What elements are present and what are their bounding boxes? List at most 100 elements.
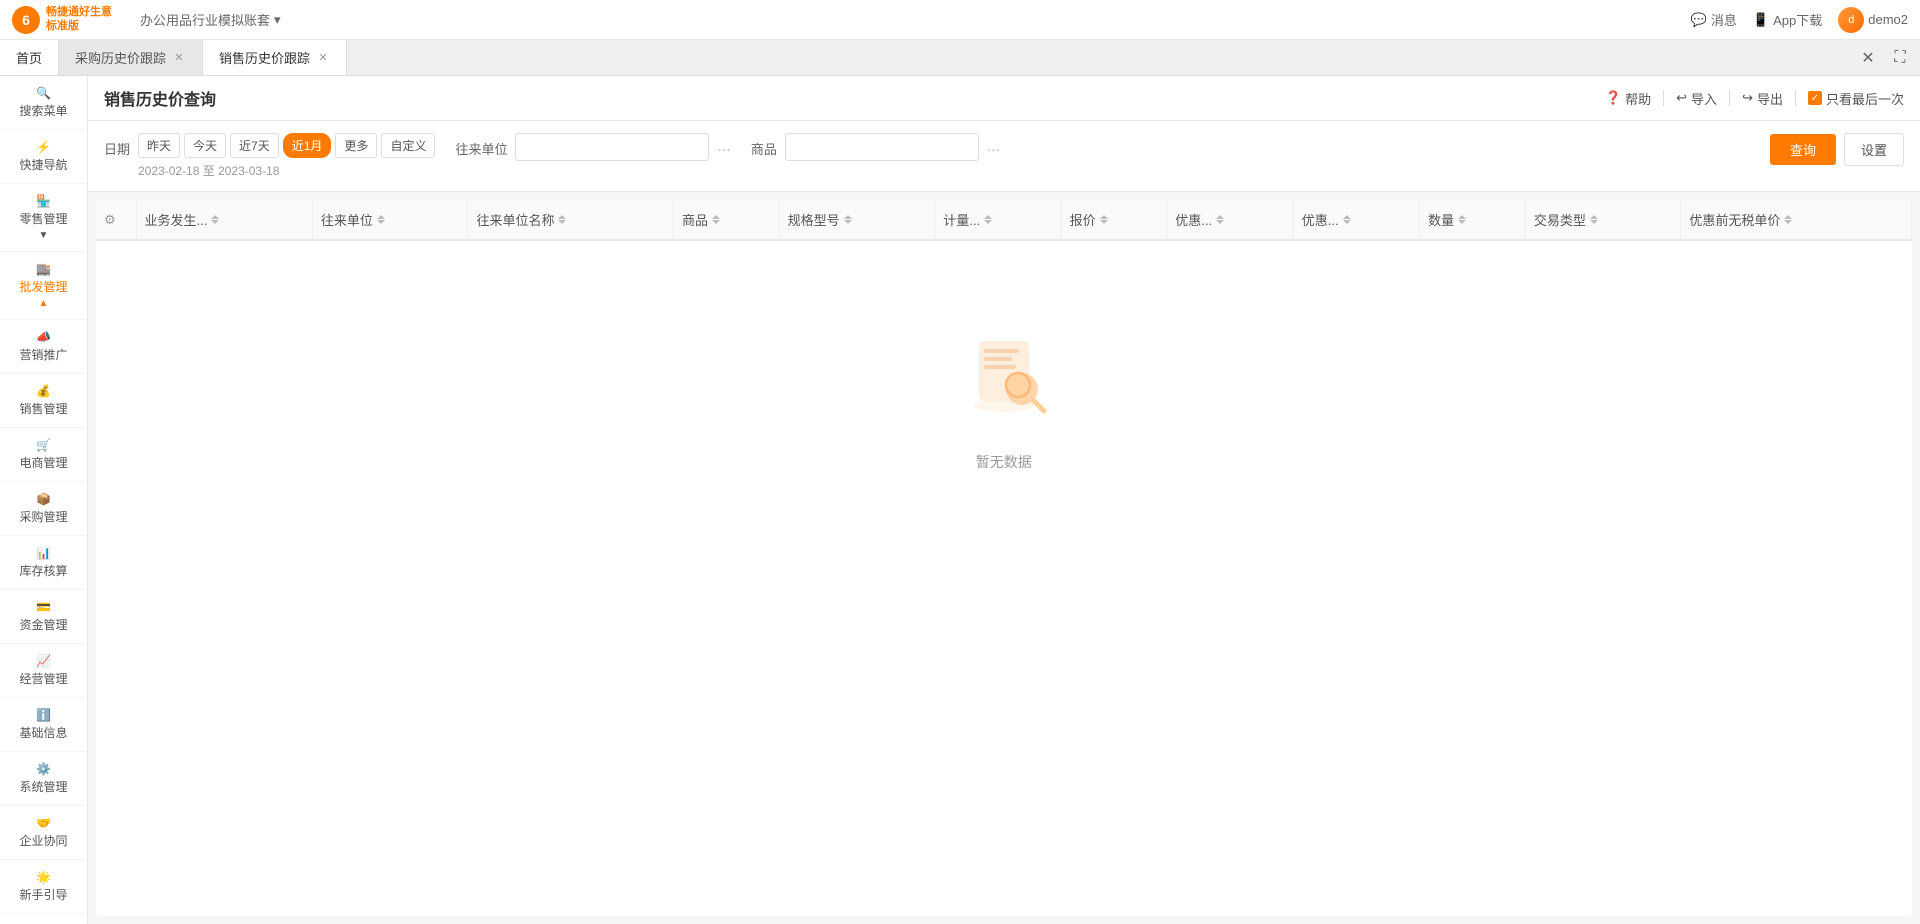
page-header: 销售历史价查询 ❓ 帮助 ↩ 导入 ↪ 导出 ✓ — [88, 76, 1920, 121]
th-quoted-price[interactable]: 报价 — [1061, 200, 1167, 240]
sort-up-icon — [1100, 215, 1108, 219]
date-btn-custom[interactable]: 自定义 — [381, 133, 435, 158]
sort-up-icon — [1216, 215, 1224, 219]
empty-state-row: 暂无数据 — [96, 240, 1912, 552]
date-btn-more[interactable]: 更多 — [335, 133, 377, 158]
help-icon: ❓ — [1605, 90, 1621, 106]
query-button[interactable]: 查询 — [1770, 134, 1836, 165]
logo-icon: 6 — [12, 6, 40, 34]
date-btn-7days[interactable]: 近7天 — [230, 133, 279, 158]
sidebar-item-quick-nav[interactable]: ⚡ 快捷导航 — [0, 130, 87, 184]
sort-up-icon — [377, 215, 385, 219]
sidebar-item-retail-mgmt[interactable]: 🏪 零售管理 ▼ — [0, 184, 87, 252]
retail-icon: 🏪 — [4, 194, 83, 208]
counterparty-picker-btn[interactable]: ... — [717, 138, 730, 156]
date-btn-yesterday[interactable]: 昨天 — [138, 133, 180, 158]
help-btn[interactable]: ❓ 帮助 — [1605, 89, 1651, 108]
tab-sales-history[interactable]: 销售历史价跟踪 ✕ — [203, 40, 347, 75]
user-avatar-btn[interactable]: d demo2 — [1838, 7, 1908, 33]
topbar-left: 6 畅捷通好生意 标准版 办公用品行业模拟账套 ▾ — [12, 6, 281, 34]
sort-arrows — [1590, 215, 1598, 224]
settings-button[interactable]: 设置 — [1844, 133, 1904, 166]
sidebar-item-basic-info[interactable]: ℹ️ 基础信息 — [0, 698, 87, 752]
sidebar-item-ecommerce-mgmt[interactable]: 🛒 电商管理 — [0, 428, 87, 482]
sidebar-item-wholesale-mgmt[interactable]: 🏬 批发管理 ▲ — [0, 252, 87, 320]
goods-label: 商品 — [751, 133, 777, 158]
counterparty-label: 往来单位 — [455, 133, 507, 158]
tab-home[interactable]: 首页 — [0, 40, 59, 75]
th-pretax-price[interactable]: 优惠前无税单价 — [1681, 200, 1912, 240]
close-all-tabs-btn[interactable]: ✕ — [1856, 46, 1880, 70]
sidebar-item-purchase-mgmt[interactable]: 📦 采购管理 — [0, 482, 87, 536]
data-table: ⚙ 业务发生... — [96, 200, 1912, 552]
maximize-btn[interactable]: ⛶ — [1888, 46, 1912, 70]
th-settings[interactable]: ⚙ — [96, 200, 136, 240]
page-actions: ❓ 帮助 ↩ 导入 ↪ 导出 ✓ 只看最后一次 — [1605, 89, 1904, 108]
th-counterparty-name[interactable]: 往来单位名称 — [468, 200, 674, 240]
th-discount2[interactable]: 优惠... — [1293, 200, 1419, 240]
export-btn[interactable]: ↪ 导出 — [1742, 89, 1783, 108]
wholesale-icon: 🏬 — [4, 262, 83, 276]
app-selector[interactable]: 办公用品行业模拟账套 ▾ — [140, 10, 281, 29]
system-icon: ⚙️ — [4, 762, 83, 776]
date-btn-1month[interactable]: 近1月 — [283, 133, 332, 158]
sort-arrows — [1343, 215, 1351, 224]
sidebar-item-search-menu[interactable]: 🔍 搜索菜单 — [0, 76, 87, 130]
sidebar-item-finance-mgmt[interactable]: 💳 资金管理 — [0, 590, 87, 644]
date-buttons: 昨天 今天 近7天 近1月 更多 自定义 — [138, 133, 435, 158]
sort-down-icon — [558, 220, 566, 224]
th-goods[interactable]: 商品 — [673, 200, 779, 240]
counterparty-input[interactable] — [515, 133, 709, 161]
th-biz-date[interactable]: 业务发生... — [136, 200, 312, 240]
sort-down-icon — [1216, 220, 1224, 224]
sort-up-icon — [1590, 215, 1598, 219]
sort-arrows — [844, 215, 852, 224]
tab-close-purchase[interactable]: ✕ — [172, 51, 186, 65]
tab-close-sales[interactable]: ✕ — [316, 51, 330, 65]
sort-up-icon — [984, 215, 992, 219]
date-options: 昨天 今天 近7天 近1月 更多 自定义 2023-02-18 至 2023-0… — [138, 133, 435, 179]
empty-text: 暂无数据 — [976, 452, 1032, 472]
quick-nav-icon: ⚡ — [4, 140, 83, 154]
show-last-only-checkbox[interactable]: ✓ — [1808, 91, 1822, 105]
sidebar-item-marketing[interactable]: 📣 营销推广 — [0, 320, 87, 374]
avatar: d — [1838, 7, 1864, 33]
import-btn[interactable]: ↩ 导入 — [1676, 89, 1717, 108]
sidebar: 🔍 搜索菜单 ⚡ 快捷导航 🏪 零售管理 ▼ 🏬 批发管理 ▲ 📣 营销推广 💰… — [0, 76, 88, 924]
sidebar-item-system-mgmt[interactable]: ⚙️ 系统管理 — [0, 752, 87, 806]
column-settings-icon[interactable]: ⚙ — [104, 212, 116, 227]
sidebar-item-inventory-check[interactable]: 📊 库存核算 — [0, 536, 87, 590]
sidebar-item-app-center[interactable]: 📱 应用中心 — [0, 914, 87, 924]
table-header-row: ⚙ 业务发生... — [96, 200, 1912, 240]
th-quantity[interactable]: 数量 — [1420, 200, 1526, 240]
goods-picker-btn[interactable]: ... — [987, 138, 1000, 156]
expand-icon: ▼ — [39, 230, 49, 241]
sidebar-item-operations-mgmt[interactable]: 📈 经营管理 — [0, 644, 87, 698]
topbar: 6 畅捷通好生意 标准版 办公用品行业模拟账套 ▾ 💬 消息 📱 App下载 d… — [0, 0, 1920, 40]
th-counterparty-code[interactable]: 往来单位 — [312, 200, 468, 240]
goods-input[interactable] — [785, 133, 979, 161]
tabbar: 首页 采购历史价跟踪 ✕ 销售历史价跟踪 ✕ ✕ ⛶ — [0, 40, 1920, 76]
collapse-icon: ▲ — [39, 298, 49, 309]
tab-purchase-history[interactable]: 采购历史价跟踪 ✕ — [59, 40, 203, 75]
sidebar-item-new-guide[interactable]: 🌟 新手引导 — [0, 860, 87, 914]
date-btn-today[interactable]: 今天 — [184, 133, 226, 158]
show-last-only-wrapper[interactable]: ✓ 只看最后一次 — [1808, 89, 1904, 108]
th-spec[interactable]: 规格型号 — [779, 200, 935, 240]
divider3 — [1795, 90, 1796, 106]
divider2 — [1729, 90, 1730, 106]
sort-down-icon — [1784, 220, 1792, 224]
sort-up-icon — [211, 215, 219, 219]
sidebar-item-sales-mgmt[interactable]: 💰 销售管理 — [0, 374, 87, 428]
sort-arrows — [1216, 215, 1224, 224]
app-download-btn[interactable]: 📱 App下载 — [1753, 10, 1822, 29]
content-area: 销售历史价查询 ❓ 帮助 ↩ 导入 ↪ 导出 ✓ — [88, 76, 1920, 924]
th-discount1[interactable]: 优惠... — [1167, 200, 1293, 240]
sort-down-icon — [1100, 220, 1108, 224]
sidebar-item-enterprise-collab[interactable]: 🤝 企业协同 — [0, 806, 87, 860]
page-title: 销售历史价查询 — [104, 86, 216, 110]
th-trade-type[interactable]: 交易类型 — [1525, 200, 1681, 240]
th-unit[interactable]: 计量... — [935, 200, 1061, 240]
message-btn[interactable]: 💬 消息 — [1691, 10, 1737, 29]
search-icon: 🔍 — [4, 86, 83, 100]
